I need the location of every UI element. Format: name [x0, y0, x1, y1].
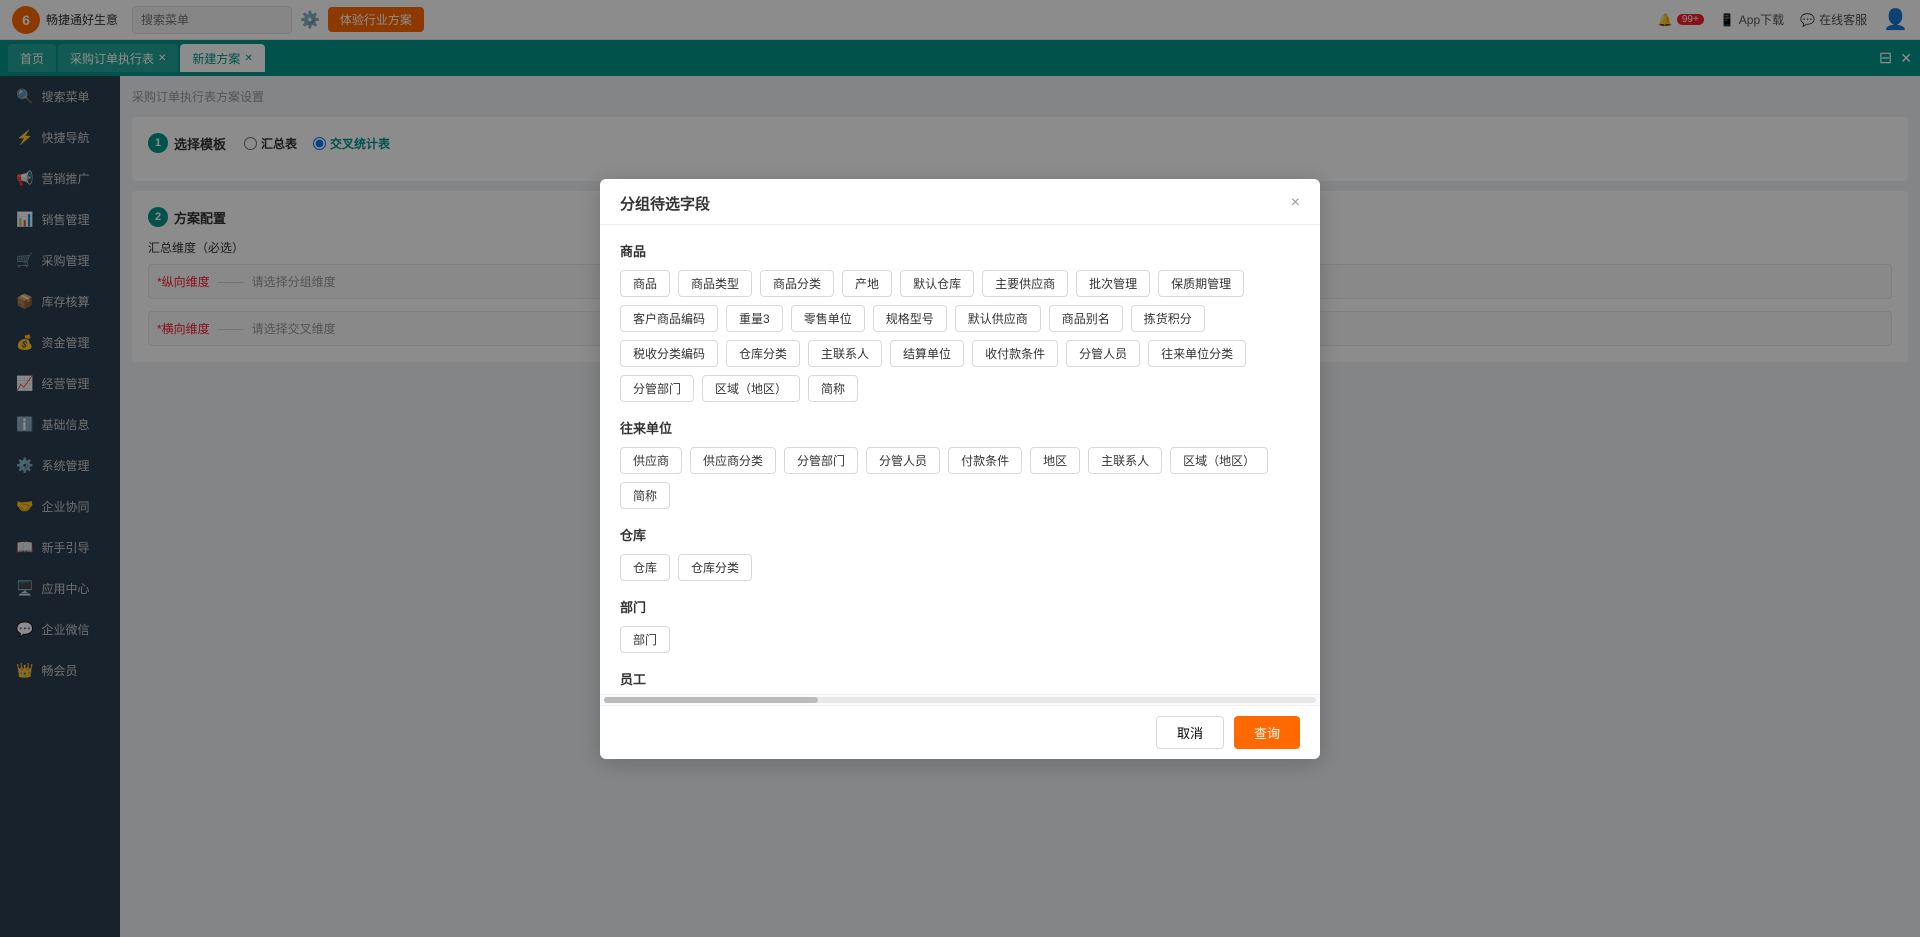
- section-employee-title: 员工: [620, 669, 1300, 688]
- section-warehouse-fields: 仓库 仓库分类: [620, 554, 1300, 581]
- field-tag-pick-points[interactable]: 拣货积分: [1131, 305, 1205, 332]
- field-tag-default-supplier[interactable]: 默认供应商: [955, 305, 1041, 332]
- section-department-title: 部门: [620, 597, 1300, 616]
- field-tag-partner-category[interactable]: 往来单位分类: [1148, 340, 1246, 367]
- section-employee: 员工 业务员: [620, 669, 1300, 694]
- field-tag-tax-code[interactable]: 税收分类编码: [620, 340, 718, 367]
- field-tag-warehouse-category[interactable]: 仓库分类: [726, 340, 800, 367]
- section-warehouse-title: 仓库: [620, 525, 1300, 544]
- field-tag-batch-mgmt[interactable]: 批次管理: [1076, 270, 1150, 297]
- section-warehouse: 仓库 仓库 仓库分类: [620, 525, 1300, 581]
- field-tag-abbr[interactable]: 简称: [808, 375, 858, 402]
- field-tag-goods[interactable]: 商品: [620, 270, 670, 297]
- field-tag-weight[interactable]: 重量3: [726, 305, 783, 332]
- section-department: 部门 部门: [620, 597, 1300, 653]
- cancel-button[interactable]: 取消: [1156, 716, 1224, 749]
- field-tag-department[interactable]: 部门: [620, 626, 670, 653]
- modal-close-button[interactable]: ×: [1291, 194, 1300, 212]
- field-select-modal: 分组待选字段 × 商品 商品 商品类型 商品分类 产地 默认仓库 主要供应商 批…: [600, 179, 1320, 759]
- hscroll-thumb: [604, 697, 818, 703]
- field-tag-warehouse-cat[interactable]: 仓库分类: [678, 554, 752, 581]
- modal-title: 分组待选字段: [620, 193, 710, 214]
- section-department-fields: 部门: [620, 626, 1300, 653]
- field-tag-partner-dept[interactable]: 分管部门: [784, 447, 858, 474]
- field-tag-supplier[interactable]: 供应商: [620, 447, 682, 474]
- field-tag-region[interactable]: 区域（地区）: [702, 375, 800, 402]
- confirm-button[interactable]: 查询: [1234, 716, 1300, 749]
- field-tag-partner-abbr[interactable]: 简称: [620, 482, 670, 509]
- field-tag-retail-unit[interactable]: 零售单位: [791, 305, 865, 332]
- field-tag-goods-type[interactable]: 商品类型: [678, 270, 752, 297]
- field-tag-spec-model[interactable]: 规格型号: [873, 305, 947, 332]
- field-tag-customer-code[interactable]: 客户商品编码: [620, 305, 718, 332]
- field-tag-partner-contact[interactable]: 主联系人: [1088, 447, 1162, 474]
- modal-body: 商品 商品 商品类型 商品分类 产地 默认仓库 主要供应商 批次管理 保质期管理…: [600, 225, 1320, 694]
- section-goods-fields: 商品 商品类型 商品分类 产地 默认仓库 主要供应商 批次管理 保质期管理 客户…: [620, 270, 1300, 402]
- section-partners-title: 往来单位: [620, 418, 1300, 437]
- section-partners: 往来单位 供应商 供应商分类 分管部门 分管人员 付款条件 地区 主联系人 区域…: [620, 418, 1300, 509]
- section-goods: 商品 商品 商品类型 商品分类 产地 默认仓库 主要供应商 批次管理 保质期管理…: [620, 241, 1300, 402]
- field-tag-goods-alias[interactable]: 商品别名: [1049, 305, 1123, 332]
- field-tag-goods-category[interactable]: 商品分类: [760, 270, 834, 297]
- modal-overlay: 分组待选字段 × 商品 商品 商品类型 商品分类 产地 默认仓库 主要供应商 批…: [0, 0, 1920, 937]
- field-tag-partner-supervisor[interactable]: 分管人员: [866, 447, 940, 474]
- modal-horizontal-scrollbar[interactable]: [600, 694, 1320, 705]
- field-tag-settlement-unit[interactable]: 结算单位: [890, 340, 964, 367]
- field-tag-payment-cond[interactable]: 付款条件: [948, 447, 1022, 474]
- field-tag-payment-terms[interactable]: 收付款条件: [972, 340, 1058, 367]
- modal-footer: 取消 查询: [600, 705, 1320, 759]
- hscroll-track: [604, 697, 1316, 703]
- field-tag-origin[interactable]: 产地: [842, 270, 892, 297]
- field-tag-main-supplier[interactable]: 主要供应商: [982, 270, 1068, 297]
- modal-header: 分组待选字段 ×: [600, 179, 1320, 225]
- field-tag-supervisor[interactable]: 分管人员: [1066, 340, 1140, 367]
- section-partners-fields: 供应商 供应商分类 分管部门 分管人员 付款条件 地区 主联系人 区域（地区） …: [620, 447, 1300, 509]
- section-goods-title: 商品: [620, 241, 1300, 260]
- field-tag-main-contact[interactable]: 主联系人: [808, 340, 882, 367]
- field-tag-default-warehouse[interactable]: 默认仓库: [900, 270, 974, 297]
- field-tag-shelf-life[interactable]: 保质期管理: [1158, 270, 1244, 297]
- field-tag-dept[interactable]: 分管部门: [620, 375, 694, 402]
- field-tag-area[interactable]: 地区: [1030, 447, 1080, 474]
- field-tag-warehouse[interactable]: 仓库: [620, 554, 670, 581]
- field-tag-partner-region[interactable]: 区域（地区）: [1170, 447, 1268, 474]
- field-tag-supplier-category[interactable]: 供应商分类: [690, 447, 776, 474]
